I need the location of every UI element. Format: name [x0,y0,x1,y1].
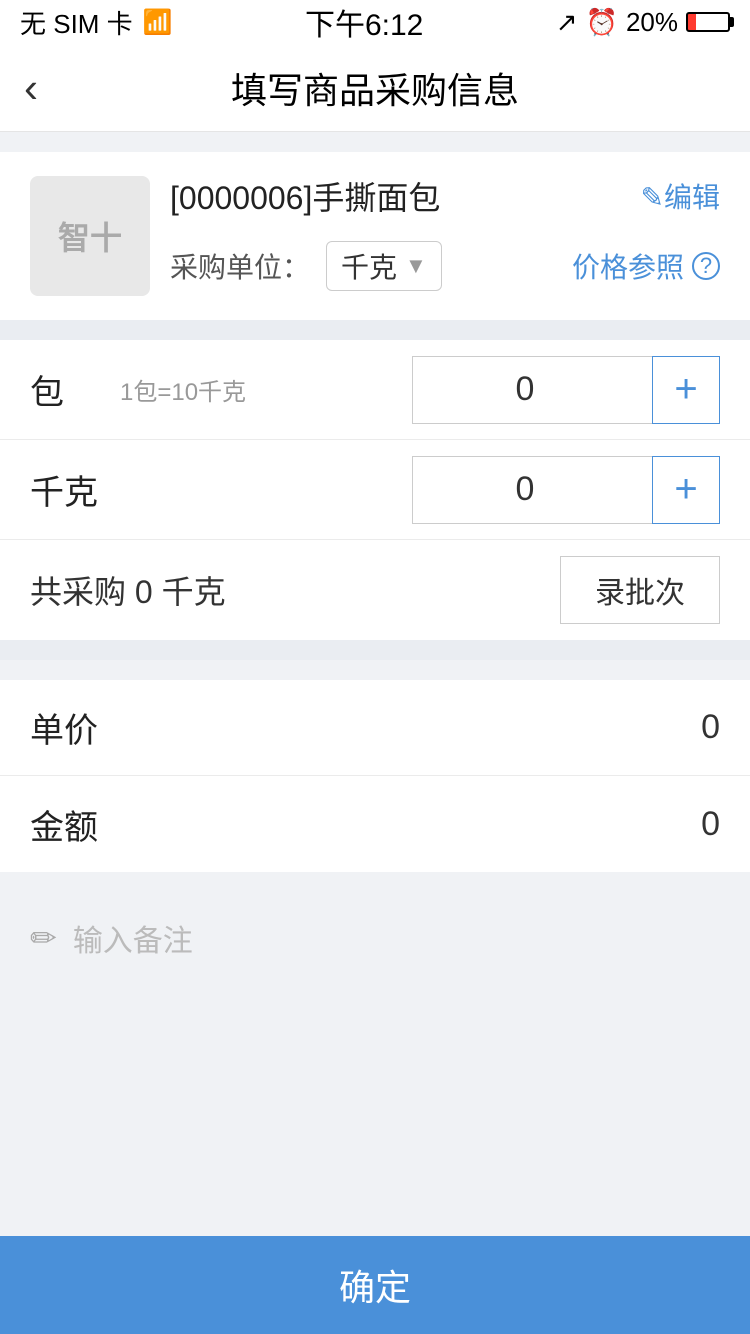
bag-quantity-row: 包 1包=10千克 + [0,340,750,440]
unit-label: 采购单位： [170,246,310,286]
status-left: 无 SIM 卡 📶 [20,4,173,41]
quantity-section: 包 1包=10千克 + 千克 + [0,340,750,540]
pencil-icon: ✏ [30,919,57,957]
nav-bar: ‹ 填写商品采购信息 [0,44,750,132]
product-name: [0000006]手撕面包 [170,176,720,221]
help-icon: ? [692,252,720,280]
bag-label: 包 [30,365,110,414]
batch-button[interactable]: 录批次 [560,556,720,624]
product-logo: 智十 [58,213,122,259]
product-info: [0000006]手撕面包 采购单位： 千克 ▼ 价格参照 ? [170,176,720,291]
bag-plus-button[interactable]: + [652,356,720,424]
kg-plus-button[interactable]: + [652,456,720,524]
confirm-button-label: 确定 [339,1259,411,1311]
bag-quantity-input[interactable] [412,356,652,424]
dropdown-arrow-icon: ▼ [405,253,427,279]
amount-row: 金额 0 [0,776,750,872]
wifi-icon: 📶 [143,8,173,37]
product-card: 智十 [0000006]手撕面包 采购单位： 千克 ▼ 价格参照 ? ✎编辑 [0,152,750,320]
status-bar: 无 SIM 卡 📶 下午6:12 ↗ ⏰ 20% [0,0,750,44]
kg-quantity-input[interactable] [412,456,652,524]
unit-selector[interactable]: 千克 ▼ [326,241,442,291]
section-separator-1 [0,320,750,340]
note-section[interactable]: ✏ 输入备注 [0,892,750,984]
price-reference-link[interactable]: 价格参照 ? [572,246,720,286]
unit-value: 千克 [341,246,397,286]
kg-input-group: + [412,456,720,524]
page-title: 填写商品采购信息 [231,62,519,114]
kg-quantity-row: 千克 + [0,440,750,540]
info-section: 单价 0 金额 0 [0,680,750,872]
sim-label: 无 SIM 卡 [20,4,133,41]
bag-input-group: + [412,356,720,424]
price-ref-label: 价格参照 [572,246,684,286]
amount-label: 金额 [30,800,98,849]
product-thumbnail: 智十 [30,176,150,296]
battery-percent: 20% [626,7,678,38]
total-row: 共采购 0 千克 录批次 [0,540,750,640]
back-button[interactable]: ‹ [24,64,38,112]
status-right: ↗ ⏰ 20% [556,7,730,38]
bag-sublabel: 1包=10千克 [120,372,246,407]
status-time: 下午6:12 [305,0,423,44]
product-unit-row: 采购单位： 千克 ▼ 价格参照 ? [170,241,720,291]
amount-value: 0 [701,805,720,844]
battery-icon [686,12,730,32]
note-placeholder: 输入备注 [73,916,193,960]
unit-price-value: 0 [701,708,720,747]
unit-price-row: 单价 0 [0,680,750,776]
kg-label: 千克 [30,465,110,514]
alarm-icon: ⏰ [586,7,618,38]
unit-price-label: 单价 [30,703,98,752]
confirm-bar[interactable]: 确定 [0,1236,750,1334]
total-label: 共采购 0 千克 [30,567,226,613]
location-icon: ↗ [556,7,578,38]
edit-link[interactable]: ✎编辑 [641,176,720,216]
section-separator-2 [0,640,750,660]
